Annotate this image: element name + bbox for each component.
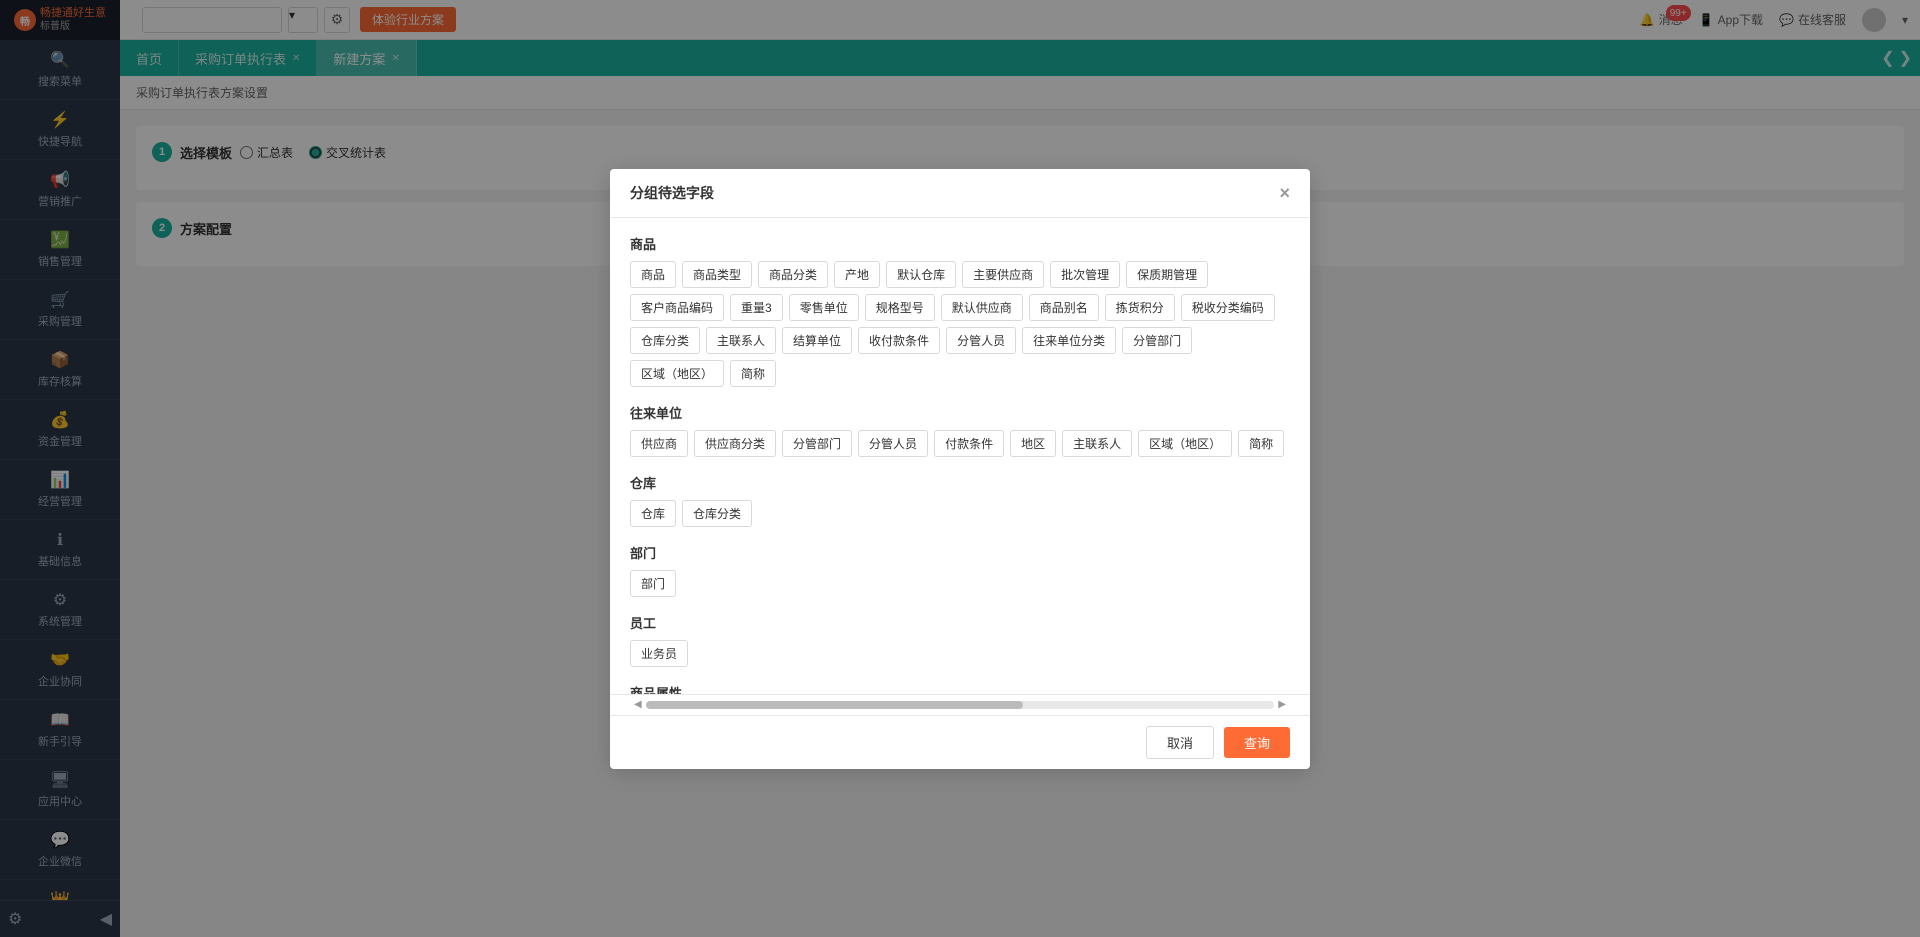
section-department: 部门部门 (630, 543, 1290, 597)
dialog-title: 分组待选字段 (630, 183, 714, 203)
dialog-close-button[interactable]: × (1279, 184, 1290, 202)
field-tag-拣货积分[interactable]: 拣货积分 (1105, 294, 1175, 321)
confirm-button[interactable]: 查询 (1224, 727, 1290, 758)
field-tag-收付款条件[interactable]: 收付款条件 (858, 327, 940, 354)
dialog: 分组待选字段 × 商品商品商品类型商品分类产地默认仓库主要供应商批次管理保质期管… (610, 169, 1310, 769)
field-tag-商品[interactable]: 商品 (630, 261, 676, 288)
field-tag-保质期管理[interactable]: 保质期管理 (1126, 261, 1208, 288)
section-warehouse: 仓库仓库仓库分类 (630, 473, 1290, 527)
field-tag-仓库分类[interactable]: 仓库分类 (630, 327, 700, 354)
field-tag-部门[interactable]: 部门 (630, 570, 676, 597)
section-title-goods: 商品 (630, 234, 1290, 253)
field-tag-仓库[interactable]: 仓库 (630, 500, 676, 527)
field-tag-仓库分类[interactable]: 仓库分类 (682, 500, 752, 527)
field-tag-规格型号[interactable]: 规格型号 (865, 294, 935, 321)
field-tag-供应商[interactable]: 供应商 (630, 430, 688, 457)
field-tag-业务员[interactable]: 业务员 (630, 640, 688, 667)
dialog-header: 分组待选字段 × (610, 169, 1310, 218)
field-tag-默认仓库[interactable]: 默认仓库 (886, 261, 956, 288)
scroll-thumb (646, 701, 1023, 709)
section-employee: 员工业务员 (630, 613, 1290, 667)
field-tag-简称[interactable]: 简称 (730, 360, 776, 387)
field-tag-默认供应商[interactable]: 默认供应商 (941, 294, 1023, 321)
section-fields-warehouse: 仓库仓库分类 (630, 500, 1290, 527)
section-title-partners: 往来单位 (630, 403, 1290, 422)
field-tag-分管人员[interactable]: 分管人员 (858, 430, 928, 457)
field-tag-主联系人[interactable]: 主联系人 (706, 327, 776, 354)
field-tag-供应商分类[interactable]: 供应商分类 (694, 430, 776, 457)
field-tag-主要供应商[interactable]: 主要供应商 (962, 261, 1044, 288)
dialog-footer: 取消 查询 (610, 715, 1310, 769)
field-tag-重量3[interactable]: 重量3 (730, 294, 783, 321)
section-title-product_attrs: 商品属性 (630, 683, 1290, 694)
field-tag-商品别名[interactable]: 商品别名 (1029, 294, 1099, 321)
dialog-body: 商品商品商品类型商品分类产地默认仓库主要供应商批次管理保质期管理客户商品编码重量… (610, 218, 1310, 694)
field-tag-结算单位[interactable]: 结算单位 (782, 327, 852, 354)
field-tag-区域（地区）[interactable]: 区域（地区） (630, 360, 724, 387)
field-tag-简称[interactable]: 简称 (1238, 430, 1284, 457)
field-tag-分管部门[interactable]: 分管部门 (1122, 327, 1192, 354)
field-tag-商品分类[interactable]: 商品分类 (758, 261, 828, 288)
section-product_attrs: 商品属性属性颜色多规格尺码鞋码1 (630, 683, 1290, 694)
section-fields-goods: 商品商品类型商品分类产地默认仓库主要供应商批次管理保质期管理客户商品编码重量3零… (630, 261, 1290, 387)
section-goods: 商品商品商品类型商品分类产地默认仓库主要供应商批次管理保质期管理客户商品编码重量… (630, 234, 1290, 387)
section-title-warehouse: 仓库 (630, 473, 1290, 492)
field-tag-税收分类编码[interactable]: 税收分类编码 (1181, 294, 1275, 321)
field-tag-区域（地区）[interactable]: 区域（地区） (1138, 430, 1232, 457)
field-tag-主联系人[interactable]: 主联系人 (1062, 430, 1132, 457)
field-tag-付款条件[interactable]: 付款条件 (934, 430, 1004, 457)
section-fields-department: 部门 (630, 570, 1290, 597)
scroll-left-arrow[interactable]: ◀ (630, 699, 646, 710)
scroll-track[interactable] (646, 701, 1275, 709)
section-title-employee: 员工 (630, 613, 1290, 632)
field-tag-商品类型[interactable]: 商品类型 (682, 261, 752, 288)
scroll-right-arrow[interactable]: ▶ (1274, 699, 1290, 710)
section-fields-partners: 供应商供应商分类分管部门分管人员付款条件地区主联系人区域（地区）简称 (630, 430, 1290, 457)
field-tag-分管部门[interactable]: 分管部门 (782, 430, 852, 457)
field-tag-零售单位[interactable]: 零售单位 (789, 294, 859, 321)
field-tag-批次管理[interactable]: 批次管理 (1050, 261, 1120, 288)
section-title-department: 部门 (630, 543, 1290, 562)
field-tag-地区[interactable]: 地区 (1010, 430, 1056, 457)
section-partners: 往来单位供应商供应商分类分管部门分管人员付款条件地区主联系人区域（地区）简称 (630, 403, 1290, 457)
field-tag-产地[interactable]: 产地 (834, 261, 880, 288)
dialog-horizontal-scrollbar: ◀ ▶ (610, 694, 1310, 715)
cancel-button[interactable]: 取消 (1146, 726, 1214, 759)
field-tag-分管人员[interactable]: 分管人员 (946, 327, 1016, 354)
section-fields-employee: 业务员 (630, 640, 1290, 667)
field-tag-客户商品编码[interactable]: 客户商品编码 (630, 294, 724, 321)
modal-overlay: 分组待选字段 × 商品商品商品类型商品分类产地默认仓库主要供应商批次管理保质期管… (0, 0, 1920, 937)
field-tag-往来单位分类[interactable]: 往来单位分类 (1022, 327, 1116, 354)
